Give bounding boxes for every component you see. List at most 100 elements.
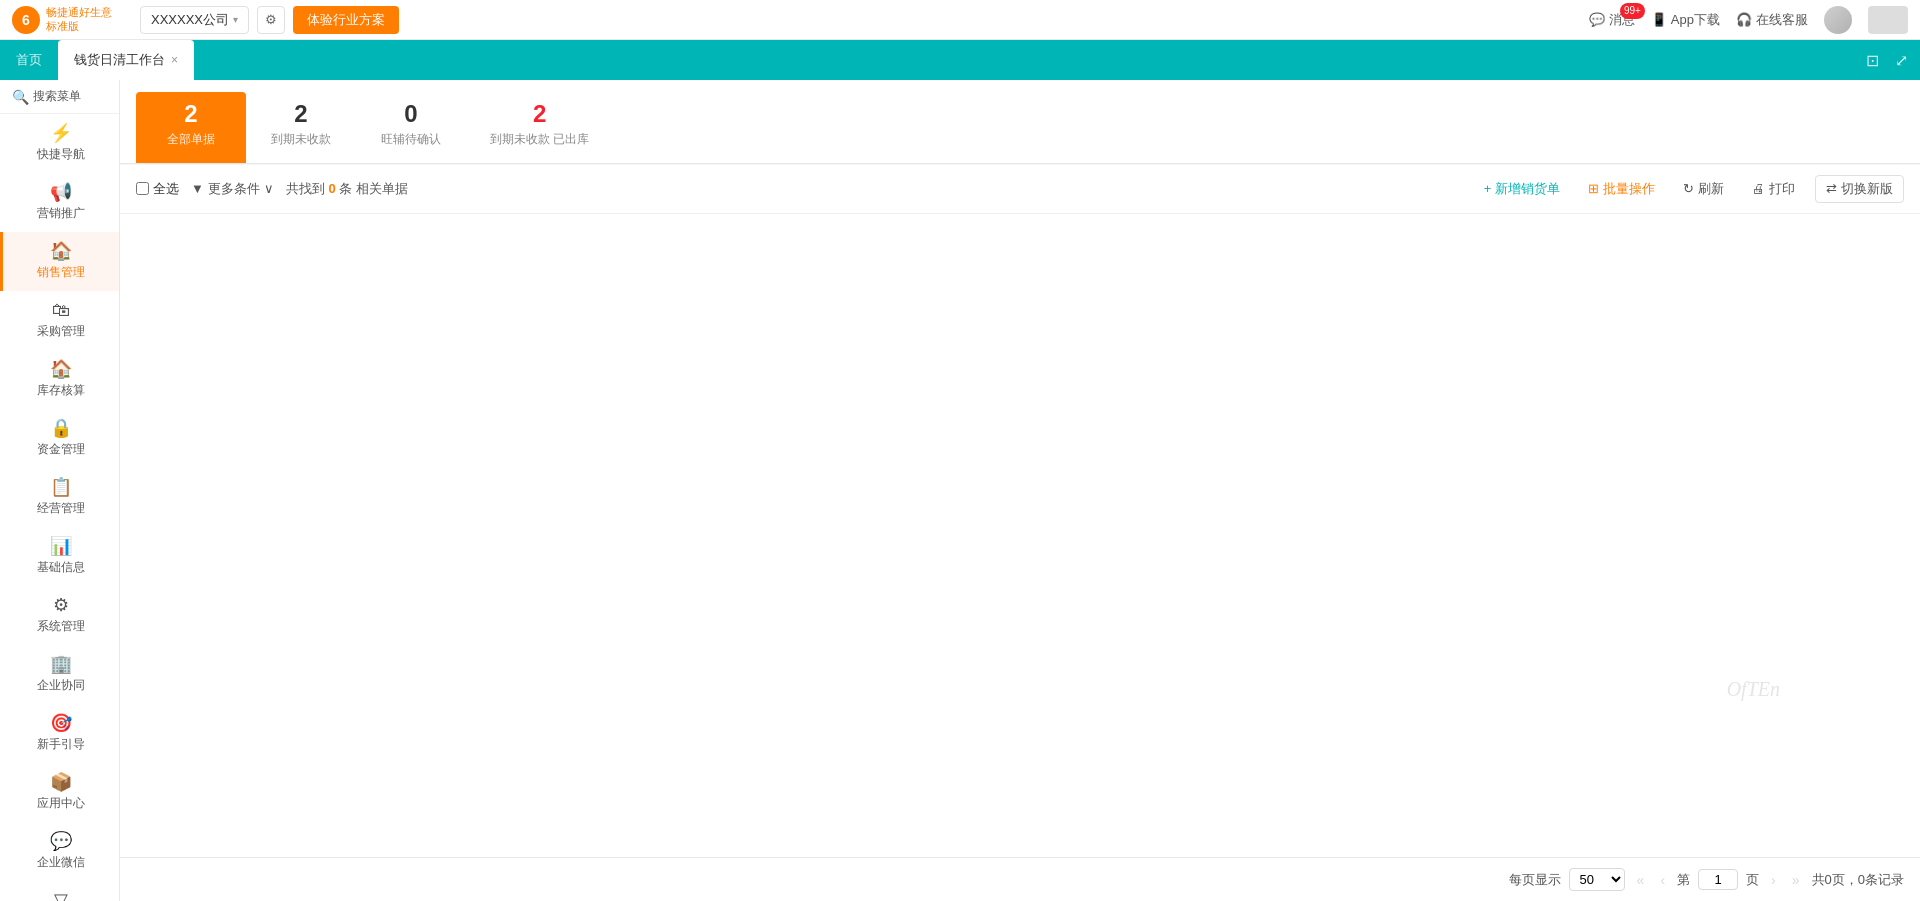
sidebar-item-wechat[interactable]: 💬 企业微信 [0, 822, 119, 881]
toolbar-left: 全选 ▼ 更多条件 ∨ 共找到 0 条 相关单据 [136, 180, 408, 198]
stat-number-overdue: 2 [294, 100, 307, 129]
sidebar-item-marketing[interactable]: 📢 营销推广 [0, 173, 119, 232]
sidebar-item-enterprise[interactable]: 🏢 企业协同 [0, 645, 119, 704]
sidebar-item-purchase[interactable]: 🛍 采购管理 [0, 291, 119, 350]
sidebar-item-sales[interactable]: 🏠 销售管理 [0, 232, 119, 291]
sidebar-item-finance[interactable]: 🔒 资金管理 [0, 409, 119, 468]
purchase-icon: 🛍 [52, 301, 70, 319]
marketing-icon: 📢 [50, 183, 72, 201]
new-sale-button[interactable]: + 新增销货单 [1476, 176, 1568, 202]
prev-page-button[interactable]: ‹ [1656, 870, 1669, 890]
sidebar-item-label: 经营管理 [37, 500, 85, 517]
online-service-label: 在线客服 [1756, 11, 1808, 29]
member-icon: ▽ [54, 891, 68, 901]
total-records: 共0页，0条记录 [1812, 871, 1904, 889]
switch-version-button[interactable]: ⇄ 切换新版 [1815, 175, 1904, 203]
page-input[interactable] [1698, 869, 1738, 890]
last-page-button[interactable]: » [1788, 870, 1804, 890]
stat-number-wangfu: 0 [404, 100, 417, 129]
sidebar-item-member[interactable]: ▽ 畅会员 [0, 881, 119, 901]
inventory-icon: 🏠 [50, 360, 72, 378]
tab-home[interactable]: 首页 [0, 40, 58, 80]
page-suffix: 页 [1746, 871, 1759, 889]
header-right: 💬 消息 99+ 📱 App下载 🎧 在线客服 [1589, 6, 1908, 34]
sidebar-item-basic[interactable]: 📊 基础信息 [0, 527, 119, 586]
try-industry-button[interactable]: 体验行业方案 [293, 6, 399, 34]
found-count: 0 [329, 181, 336, 196]
select-all-label: 全选 [153, 180, 179, 198]
logo-area: 6 畅捷通好生意 标准版 [12, 6, 132, 34]
filter-button[interactable]: ▼ 更多条件 ∨ [191, 180, 274, 198]
table-area [120, 214, 1920, 857]
enterprise-icon: 🏢 [50, 655, 72, 673]
stat-tab-wangfu[interactable]: 0 旺辅待确认 [356, 92, 466, 163]
batch-label: 批量操作 [1603, 180, 1655, 198]
sidebar-item-system[interactable]: ⚙ 系统管理 [0, 586, 119, 645]
logo-icon: 6 [12, 6, 40, 34]
header-left: 6 畅捷通好生意 标准版 XXXXXX公司 ▾ ⚙ 体验行业方案 [12, 6, 399, 34]
sidebar-item-appstore[interactable]: 📦 应用中心 [0, 763, 119, 822]
guide-icon: 🎯 [50, 714, 72, 732]
stat-label-wangfu: 旺辅待确认 [381, 131, 441, 148]
sidebar-item-label: 新手引导 [37, 736, 85, 753]
settings-button[interactable]: ⚙ [257, 6, 285, 34]
filter-label: 更多条件 [208, 180, 260, 198]
refresh-button[interactable]: ↻ 刷新 [1675, 176, 1732, 202]
search-menu-button[interactable]: 🔍 搜索菜单 [0, 80, 119, 114]
sidebar-item-inventory[interactable]: 🏠 库存核算 [0, 350, 119, 409]
stat-tab-overdue[interactable]: 2 到期未收款 [246, 92, 356, 163]
print-label: 打印 [1769, 180, 1795, 198]
page-label: 第 [1677, 871, 1690, 889]
per-page-select[interactable]: 50 10 20 100 [1569, 868, 1625, 891]
online-service-button[interactable]: 🎧 在线客服 [1736, 11, 1808, 29]
sidebar-item-label: 基础信息 [37, 559, 85, 576]
tab-minimize-icon[interactable]: ⊡ [1862, 47, 1883, 74]
download-icon: 📱 [1651, 12, 1667, 27]
sidebar-item-label: 营销推广 [37, 205, 85, 222]
stat-number-shipped: 2 [533, 100, 546, 129]
stat-label-overdue: 到期未收款 [271, 131, 331, 148]
stat-tab-shipped[interactable]: 2 到期未收款 已出库 [466, 92, 613, 163]
user-dropdown[interactable] [1868, 6, 1908, 34]
avatar[interactable] [1824, 6, 1852, 34]
first-page-button[interactable]: « [1633, 870, 1649, 890]
tab-workbench-label: 钱货日清工作台 [74, 51, 165, 69]
system-icon: ⚙ [53, 596, 69, 614]
appstore-icon: 📦 [50, 773, 72, 791]
select-all-checkbox[interactable]: 全选 [136, 180, 179, 198]
print-button[interactable]: 🖨 打印 [1744, 176, 1803, 202]
stat-label-all: 全部单据 [167, 131, 215, 148]
refresh-label: 刷新 [1698, 180, 1724, 198]
select-all-input[interactable] [136, 182, 149, 195]
sidebar: 🔍 搜索菜单 ⚡ 快捷导航 📢 营销推广 🏠 销售管理 🛍 采购管理 🏠 库存核… [0, 80, 120, 901]
finance-icon: 🔒 [50, 419, 72, 437]
main-layout: 🔍 搜索菜单 ⚡ 快捷导航 📢 营销推广 🏠 销售管理 🛍 采购管理 🏠 库存核… [0, 80, 1920, 901]
tab-close-icon[interactable]: × [171, 53, 178, 67]
sidebar-item-guide[interactable]: 🎯 新手引导 [0, 704, 119, 763]
message-button[interactable]: 💬 消息 99+ [1589, 11, 1635, 29]
message-badge: 99+ [1620, 3, 1645, 19]
footer-pagination: 每页显示 50 10 20 100 « ‹ 第 页 › » 共0页，0条记录 [120, 857, 1920, 901]
company-selector[interactable]: XXXXXX公司 ▾ [140, 6, 249, 34]
sidebar-item-label: 企业协同 [37, 677, 85, 694]
sidebar-item-quick-nav[interactable]: ⚡ 快捷导航 [0, 114, 119, 173]
sidebar-item-operation[interactable]: 📋 经营管理 [0, 468, 119, 527]
sidebar-item-label: 企业微信 [37, 854, 85, 871]
app-download-button[interactable]: 📱 App下载 [1651, 11, 1720, 29]
wechat-icon: 💬 [50, 832, 72, 850]
stats-tabs: 2 全部单据 2 到期未收款 0 旺辅待确认 2 到期未收款 已出库 [120, 80, 1920, 164]
sidebar-item-label: 采购管理 [37, 323, 85, 340]
operation-icon: 📋 [50, 478, 72, 496]
tab-home-label: 首页 [16, 51, 42, 69]
sidebar-item-label: 销售管理 [37, 264, 85, 281]
tab-maximize-icon[interactable]: ⤢ [1891, 47, 1912, 74]
toolbar-right: + 新增销货单 ⊞ 批量操作 ↻ 刷新 🖨 打印 ⇄ 切换新版 [1476, 175, 1904, 203]
stat-tab-all[interactable]: 2 全部单据 [136, 92, 246, 163]
batch-operation-button[interactable]: ⊞ 批量操作 [1580, 176, 1663, 202]
tab-workbench[interactable]: 钱货日清工作台 × [58, 40, 194, 80]
message-icon: 💬 [1589, 12, 1605, 27]
stat-number-all: 2 [184, 100, 197, 129]
next-page-button[interactable]: › [1767, 870, 1780, 890]
print-icon: 🖨 [1752, 181, 1765, 196]
search-icon: 🔍 [12, 89, 29, 105]
